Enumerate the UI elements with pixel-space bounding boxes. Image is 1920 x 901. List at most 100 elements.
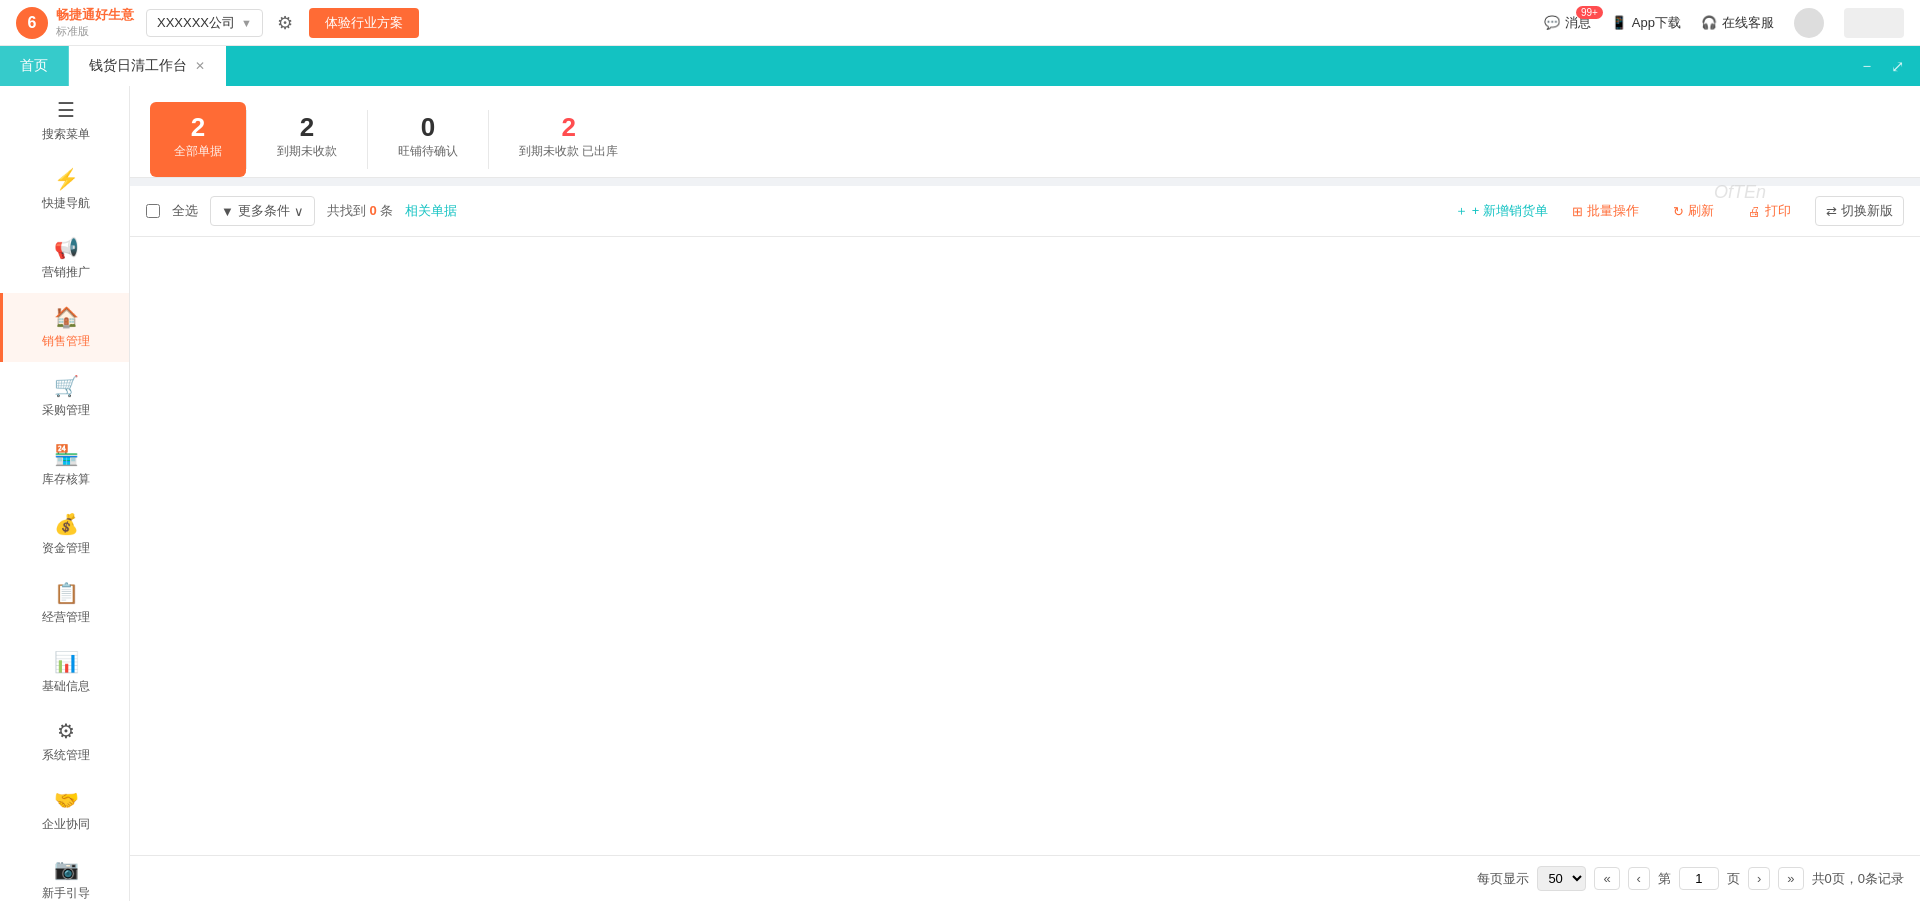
page-prefix: 第 — [1658, 870, 1671, 888]
app-download-label: App下载 — [1632, 14, 1681, 32]
next-page-button[interactable]: › — [1748, 867, 1770, 890]
card-wangpu-confirm[interactable]: 0 旺铺待确认 — [368, 102, 488, 177]
download-icon: 📱 — [1611, 15, 1627, 30]
batch-label: 批量操作 — [1587, 202, 1639, 220]
card-wangpu-count: 0 — [398, 112, 458, 143]
sidebar-label-guide: 新手引导 — [42, 885, 90, 901]
main-layout: ☰ 搜索菜单 ⚡ 快捷导航 📢 营销推广 🏠 销售管理 🛒 采购管理 🏪 库存核… — [0, 86, 1920, 901]
first-page-button[interactable]: « — [1594, 867, 1619, 890]
sidebar-label-sales: 销售管理 — [42, 333, 90, 350]
sidebar: ☰ 搜索菜单 ⚡ 快捷导航 📢 营销推广 🏠 销售管理 🛒 采购管理 🏪 库存核… — [0, 86, 130, 901]
card-overdue-shipped[interactable]: 2 到期未收款 已出库 — [489, 102, 648, 177]
online-service-label: 在线客服 — [1722, 14, 1774, 32]
message-action[interactable]: 💬 消息 99+ — [1544, 14, 1591, 32]
sales-icon: 🏠 — [54, 305, 79, 329]
total-records-label: 共0页，0条记录 — [1812, 870, 1904, 888]
filter-button[interactable]: ▼ 更多条件 ∨ — [210, 196, 315, 226]
sidebar-item-sales[interactable]: 🏠 销售管理 — [0, 293, 129, 362]
switch-label: 切换新版 — [1841, 202, 1893, 220]
print-button[interactable]: 🖨 打印 — [1738, 197, 1801, 225]
sidebar-item-purchase[interactable]: 🛒 采购管理 — [0, 362, 129, 431]
per-page-select[interactable]: 50 — [1537, 866, 1586, 891]
sidebar-item-search[interactable]: ☰ 搜索菜单 — [0, 86, 129, 155]
operations-icon: 📋 — [54, 581, 79, 605]
batch-icon: ⊞ — [1572, 204, 1583, 219]
tab-close-icon[interactable]: ✕ — [195, 59, 205, 73]
page-number-input[interactable] — [1679, 867, 1719, 890]
company-selector[interactable]: XXXXXX公司 ▼ — [146, 9, 263, 37]
sidebar-item-marketing[interactable]: 📢 营销推广 — [0, 224, 129, 293]
switch-version-button[interactable]: ⇄ 切换新版 — [1815, 196, 1904, 226]
card-all-label: 全部单据 — [174, 144, 222, 158]
print-icon: 🖨 — [1748, 204, 1761, 219]
settings-icon[interactable]: ⚙ — [273, 8, 297, 38]
purchase-icon: 🛒 — [54, 374, 79, 398]
sidebar-label-basicinfo: 基础信息 — [42, 678, 90, 695]
logo-text: 畅捷通好生意 标准版 — [56, 6, 134, 39]
sidebar-item-basicinfo[interactable]: 📊 基础信息 — [0, 638, 129, 707]
enterprise-icon: 🤝 — [54, 788, 79, 812]
minimize-icon[interactable]: － — [1855, 52, 1879, 81]
filter-chevron-icon: ∨ — [294, 204, 304, 219]
logo-icon: 6 — [16, 7, 48, 39]
sidebar-item-quicknav[interactable]: ⚡ 快捷导航 — [0, 155, 129, 224]
online-service-action[interactable]: 🎧 在线客服 — [1701, 14, 1774, 32]
print-label: 打印 — [1765, 202, 1791, 220]
new-btn-label: + 新增销货单 — [1472, 202, 1548, 220]
guide-icon: 📷 — [54, 857, 79, 881]
found-unit: 条 — [380, 203, 393, 218]
plus-icon: ＋ — [1455, 202, 1468, 220]
sidebar-item-enterprise[interactable]: 🤝 企业协同 — [0, 776, 129, 845]
nav-tab-actions: － ⤢ — [1855, 52, 1920, 81]
message-icon: 💬 — [1544, 15, 1560, 30]
system-icon: ⚙ — [57, 719, 75, 743]
card-overdue-shipped-label: 到期未收款 已出库 — [519, 144, 618, 158]
header-right: 💬 消息 99+ 📱 App下载 🎧 在线客服 — [1544, 8, 1904, 38]
maximize-icon[interactable]: ⤢ — [1887, 53, 1908, 80]
found-count: 0 — [370, 203, 377, 218]
sidebar-label-finance: 资金管理 — [42, 540, 90, 557]
logo-area: 6 畅捷通好生意 标准版 — [16, 6, 146, 39]
filter-label: 更多条件 — [238, 202, 290, 220]
switch-icon: ⇄ — [1826, 204, 1837, 219]
tab-qianhuoricqing[interactable]: 钱货日清工作台 ✕ — [69, 46, 226, 86]
search-menu-icon: ☰ — [57, 98, 75, 122]
card-overdue-receivable[interactable]: 2 到期未收款 — [247, 102, 367, 177]
pagination: 每页显示 50 « ‹ 第 页 › » 共0页，0条记录 — [130, 855, 1920, 901]
company-name: XXXXXX公司 — [157, 14, 235, 32]
prev-page-button[interactable]: ‹ — [1628, 867, 1650, 890]
sidebar-label-quicknav: 快捷导航 — [42, 195, 90, 212]
avatar[interactable] — [1794, 8, 1824, 38]
tab-home[interactable]: 首页 — [0, 46, 69, 86]
select-all-checkbox[interactable] — [146, 204, 160, 218]
sidebar-item-finance[interactable]: 💰 资金管理 — [0, 500, 129, 569]
sidebar-item-inventory[interactable]: 🏪 库存核算 — [0, 431, 129, 500]
sidebar-label-marketing: 营销推广 — [42, 264, 90, 281]
sidebar-item-operations[interactable]: 📋 经营管理 — [0, 569, 129, 638]
card-overdue-count: 2 — [277, 112, 337, 143]
user-menu[interactable] — [1844, 8, 1904, 38]
experience-button[interactable]: 体验行业方案 — [309, 8, 419, 38]
batch-operation-button[interactable]: ⊞ 批量操作 — [1562, 197, 1649, 225]
select-all-label: 全选 — [172, 202, 198, 220]
chevron-down-icon: ▼ — [241, 17, 252, 29]
table-area — [130, 237, 1920, 855]
card-overdue-label: 到期未收款 — [277, 144, 337, 158]
app-download-action[interactable]: 📱 App下载 — [1611, 14, 1681, 32]
sidebar-item-system[interactable]: ⚙ 系统管理 — [0, 707, 129, 776]
tab-qianhuoricqing-label: 钱货日清工作台 — [89, 57, 187, 75]
card-wangpu-label: 旺铺待确认 — [398, 144, 458, 158]
related-orders-link[interactable]: 相关单据 — [405, 202, 457, 220]
service-icon: 🎧 — [1701, 15, 1717, 30]
refresh-button[interactable]: ↻ 刷新 — [1663, 197, 1724, 225]
top-header: 6 畅捷通好生意 标准版 XXXXXX公司 ▼ ⚙ 体验行业方案 💬 消息 99… — [0, 0, 1920, 46]
last-page-button[interactable]: » — [1778, 867, 1803, 890]
marketing-icon: 📢 — [54, 236, 79, 260]
card-all-orders[interactable]: 2 全部单据 — [150, 102, 246, 177]
found-text: 共找到 0 条 — [327, 202, 393, 220]
inventory-icon: 🏪 — [54, 443, 79, 467]
quicknav-icon: ⚡ — [54, 167, 79, 191]
new-sales-order-button[interactable]: ＋ + 新增销货单 — [1455, 202, 1548, 220]
sidebar-item-guide[interactable]: 📷 新手引导 — [0, 845, 129, 901]
refresh-label: 刷新 — [1688, 202, 1714, 220]
